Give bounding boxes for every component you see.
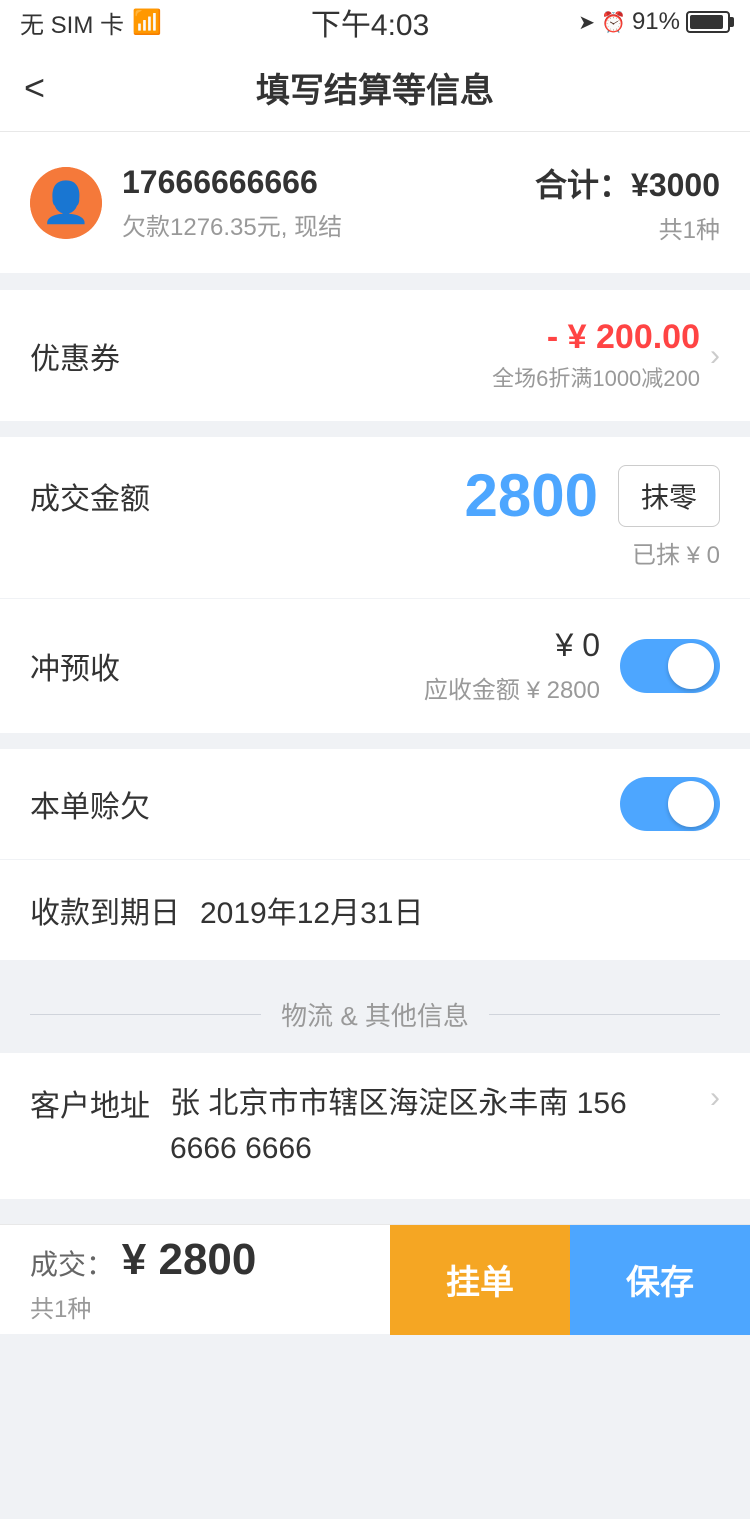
credit-label: 本单赊欠 [30,782,150,826]
logistics-text: 物流 & 其他信息 [281,996,469,1033]
precollect-amount: ¥ 0 [424,627,600,664]
deal-right: 2800 抹零 [465,465,721,527]
status-right: ➤ ⏰ 91% [578,8,730,36]
precollect-label: 冲预收 [30,644,120,688]
bottom-count: 共1种 [30,1289,360,1324]
duedate-value: 2019年12月31日 [200,888,423,932]
divider-line-left [30,1014,261,1015]
coupon-arrow-icon: › [710,339,720,373]
section-divider-3 [0,960,750,976]
bottom-summary: 成交： ¥ 2800 共1种 [0,1235,390,1324]
precollect-sub: 应收金额 ¥ 2800 [424,670,600,705]
status-bar: 无 SIM 卡 📶 下午4:03 ➤ ⏰ 91% [0,0,750,44]
wifi-icon: 📶 [132,8,162,37]
customer-phone: 17666666666 [122,164,342,201]
bottom-deal-amount: ¥ 2800 [122,1235,257,1284]
credit-toggle-thumb [668,781,714,827]
alarm-icon: ⏰ [601,10,626,35]
customer-left: 👤 17666666666 欠款1276.35元, 现结 [30,164,342,242]
bottom-deal-label: 成交： [30,1249,114,1280]
customer-right: 合计：¥3000 共1种 [535,160,720,245]
save-button[interactable]: 保存 [570,1225,750,1335]
status-time: 下午4:03 [311,0,429,44]
precollect-right: ¥ 0 应收金额 ¥ 2800 [424,627,720,705]
coupon-label: 优惠券 [30,334,120,378]
deal-section: 成交金额 2800 抹零 已抹 ¥ 0 [0,437,750,598]
section-divider-2 [0,733,750,749]
toggle-thumb [668,643,714,689]
customer-sub: 欠款1276.35元, 现结 [122,207,342,242]
battery-icon [686,11,730,33]
coupon-right: - ¥ 200.00 全场6折满1000减200 › [492,318,720,393]
back-button[interactable]: < [24,67,45,109]
nav-bar: < 填写结算等信息 [0,44,750,132]
address-arrow-icon: › [710,1081,720,1115]
avatar: 👤 [30,167,102,239]
precollect-section: 冲预收 ¥ 0 应收金额 ¥ 2800 [0,598,750,733]
precollect-row: 冲预收 ¥ 0 应收金额 ¥ 2800 [30,627,720,705]
customer-info-row: 👤 17666666666 欠款1276.35元, 现结 合计：¥3000 共1… [0,132,750,273]
address-value: 张 北京市市辖区海淀区永丰南 156 6666 6666 [150,1081,710,1171]
credit-toggle[interactable] [620,777,720,831]
hang-button[interactable]: 挂单 [390,1225,570,1335]
bottom-deal-row: 成交： ¥ 2800 [30,1235,360,1285]
address-label: 客户地址 [30,1081,150,1125]
round-button[interactable]: 抹零 [618,465,720,527]
deal-row: 成交金额 2800 抹零 [30,465,720,527]
credit-row: 本单赊欠 [30,777,720,831]
credit-section: 本单赊欠 [0,749,750,859]
no-sim-text: 无 SIM 卡 [20,5,124,40]
deal-amount: 2800 [465,466,598,526]
location-icon: ➤ [578,10,595,35]
bottom-bar: 成交： ¥ 2800 共1种 挂单 保存 [0,1224,750,1334]
section-divider-1 [0,421,750,437]
duedate-label: 收款到期日 [30,888,180,932]
customer-details: 17666666666 欠款1276.35元, 现结 [122,164,342,242]
precollect-toggle[interactable] [620,639,720,693]
total-amount: 合计：¥3000 [535,160,720,206]
deal-label: 成交金额 [30,474,150,518]
divider-line-right [489,1014,720,1015]
battery-percent: 91% [632,8,680,36]
duedate-row: 收款到期日 2019年12月31日 [30,888,720,932]
customer-card: 👤 17666666666 欠款1276.35元, 现结 合计：¥3000 共1… [0,132,750,273]
status-left: 无 SIM 卡 📶 [20,5,162,40]
coupon-value: - ¥ 200.00 [492,318,700,357]
duedate-section: 收款到期日 2019年12月31日 [0,859,750,960]
deal-sub: 已抹 ¥ 0 [30,535,720,570]
page-title: 填写结算等信息 [256,63,494,112]
avatar-icon: 👤 [41,179,91,226]
address-section[interactable]: 客户地址 张 北京市市辖区海淀区永丰南 156 6666 6666 › [0,1053,750,1199]
coupon-row[interactable]: 优惠券 - ¥ 200.00 全场6折满1000减200 › [0,289,750,421]
total-count: 共1种 [535,210,720,245]
coupon-sub: 全场6折满1000减200 [492,361,700,393]
logistics-divider: 物流 & 其他信息 [0,976,750,1053]
